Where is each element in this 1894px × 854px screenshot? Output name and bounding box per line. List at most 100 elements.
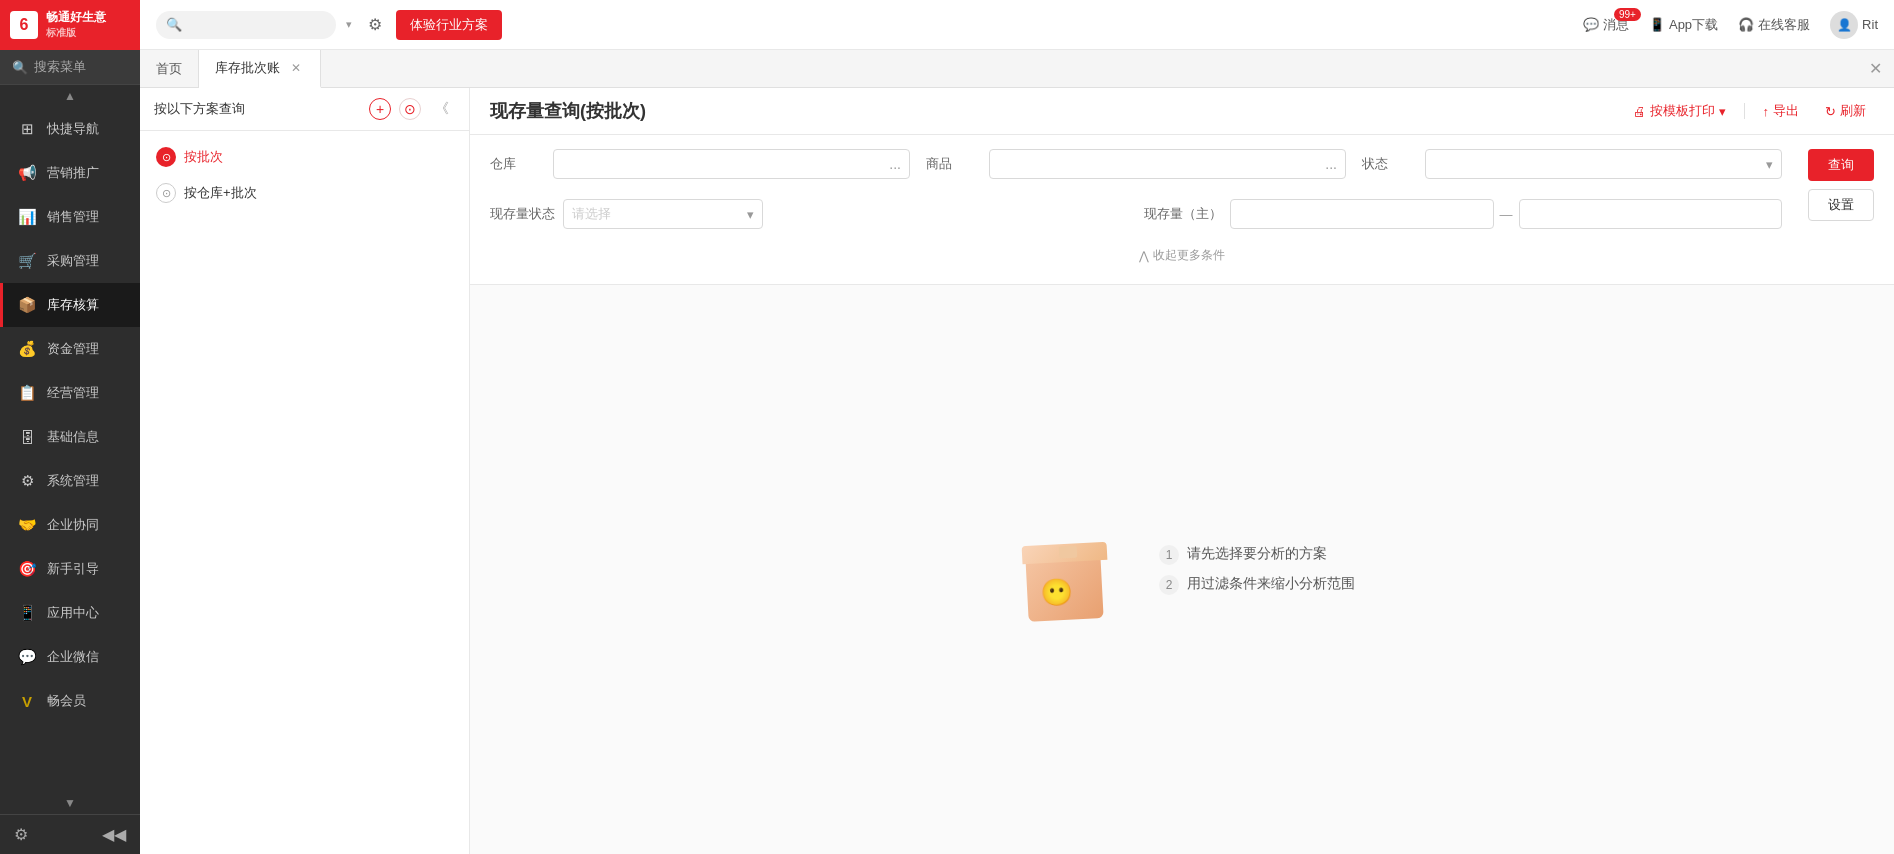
close-icon: ✕ <box>1869 59 1882 78</box>
user-profile[interactable]: 👤 Rit <box>1830 11 1878 39</box>
appcenter-icon: 📱 <box>17 603 37 623</box>
sidebar-item-basic[interactable]: 🗄 基础信息 <box>0 415 140 459</box>
sidebar-item-label: 库存核算 <box>47 296 99 314</box>
left-panel: 按以下方案查询 + ⊙ 《 ⊙ 按批次 ⊙ 按仓库+批次 <box>140 88 470 854</box>
topbar-search-box[interactable]: 🔍 <box>156 11 336 39</box>
sidebar-item-purchase[interactable]: 🛒 采购管理 <box>0 239 140 283</box>
online-service-action[interactable]: 🎧 在线客服 <box>1738 16 1810 34</box>
stock-qty-min[interactable] <box>1230 199 1494 229</box>
scheme-settings-btn[interactable]: ⊙ <box>399 98 421 120</box>
main-area: 🔍 ▾ ⚙ 体验行业方案 💬 消息 99+ 📱 App下载 🎧 在线客服 👤 R <box>140 0 1894 854</box>
tab-batch-label: 库存批次账 <box>215 59 280 77</box>
sidebar-item-member[interactable]: V 畅会员 <box>0 679 140 723</box>
tabbar: 首页 库存批次账 ✕ ✕ <box>140 50 1894 88</box>
product-group: 商品 ... <box>926 149 1346 179</box>
sidebar-item-label: 营销推广 <box>47 164 99 182</box>
message-badge: 99+ <box>1614 8 1641 21</box>
chevron-down-icon[interactable]: ▾ <box>346 18 352 31</box>
sidebar-scroll-down[interactable]: ▼ <box>0 792 140 814</box>
stock-qty-range: — <box>1230 199 1782 229</box>
industry-btn[interactable]: 体验行业方案 <box>396 10 502 40</box>
sidebar-item-sales[interactable]: 📊 销售管理 <box>0 195 140 239</box>
tab-batch[interactable]: 库存批次账 ✕ <box>199 50 321 88</box>
export-icon: ↑ <box>1763 104 1770 119</box>
sidebar-item-label: 快捷导航 <box>47 120 99 138</box>
sidebar-item-label: 系统管理 <box>47 472 99 490</box>
sidebar-item-label: 企业微信 <box>47 648 99 666</box>
chevron-down-icon: ▾ <box>747 207 754 222</box>
add-scheme-btn[interactable]: + <box>369 98 391 120</box>
search-icon: 🔍 <box>166 17 182 32</box>
sidebar-item-newbie[interactable]: 🎯 新手引导 <box>0 547 140 591</box>
filter-form: 仓库 ... 商品 ... <box>470 135 1894 285</box>
stock-qty-group: 现存量（主） — <box>1144 199 1782 229</box>
page-title: 现存量查询(按批次) <box>490 99 646 123</box>
message-action[interactable]: 💬 消息 99+ <box>1583 16 1629 34</box>
search-icon: 🔍 <box>12 60 28 75</box>
page-title-bar: 现存量查询(按批次) 🖨 按模板打印 ▾ ↑ 导出 ↻ 刷新 <box>470 88 1894 135</box>
product-more-icon[interactable]: ... <box>1325 156 1337 172</box>
chevron-up-icon: ⋀ <box>1139 249 1149 263</box>
settings-btn[interactable]: 设置 <box>1808 189 1874 221</box>
dropdown-icon: ▾ <box>1719 104 1726 119</box>
template-print-btn[interactable]: 🖨 按模板打印 ▾ <box>1625 98 1734 124</box>
empty-hint-1: 1 请先选择要分析的方案 <box>1159 545 1355 565</box>
scheme-item-batch[interactable]: ⊙ 按批次 <box>140 139 469 175</box>
chevron-down-icon: ▾ <box>1766 157 1773 172</box>
gear-icon[interactable]: ⚙ <box>368 15 382 34</box>
export-btn[interactable]: ↑ 导出 <box>1755 98 1808 124</box>
settings-icon[interactable]: ⚙ <box>14 825 28 844</box>
sidebar-item-label: 应用中心 <box>47 604 99 622</box>
product-label: 商品 <box>926 155 981 173</box>
warehouse-group: 仓库 ... <box>490 149 910 179</box>
purchase-icon: 🛒 <box>17 251 37 271</box>
sidebar-item-finance[interactable]: 💰 资金管理 <box>0 327 140 371</box>
product-input[interactable]: ... <box>989 149 1346 179</box>
scheme-active-icon: ⊙ <box>156 147 176 167</box>
refresh-icon: ↻ <box>1825 104 1836 119</box>
stock-status-select[interactable]: 请选择 ▾ <box>563 199 763 229</box>
warehouse-more-icon[interactable]: ... <box>889 156 901 172</box>
tab-close-icon[interactable]: ✕ <box>288 60 304 76</box>
query-buttons: 查询 设置 <box>1798 149 1874 221</box>
collapse-panel-btn[interactable]: 《 <box>429 98 455 120</box>
sidebar-item-enterprise[interactable]: 🤝 企业协同 <box>0 503 140 547</box>
empty-text: 1 请先选择要分析的方案 2 用过滤条件来缩小分析范围 <box>1159 545 1355 595</box>
collapse-sidebar-icon[interactable]: ◀◀ <box>102 825 126 844</box>
app-brand: 畅通好生意 <box>46 10 106 26</box>
wechat-icon: 💬 <box>17 647 37 667</box>
basic-icon: 🗄 <box>17 427 37 447</box>
collapse-filter-btn[interactable]: ⋀ 收起更多条件 <box>490 241 1874 270</box>
tab-home[interactable]: 首页 <box>140 50 199 87</box>
chevron-up-icon: ▲ <box>64 89 76 103</box>
sidebar-item-operations[interactable]: 📋 经营管理 <box>0 371 140 415</box>
filter-row-1: 仓库 ... 商品 ... <box>490 149 1782 179</box>
sidebar-item-system[interactable]: ⚙ 系统管理 <box>0 459 140 503</box>
sidebar-search[interactable]: 🔍 搜索菜单 <box>0 50 140 85</box>
scheme-item-label: 按批次 <box>184 148 223 166</box>
status-select[interactable]: ▾ <box>1425 149 1782 179</box>
sidebar-item-inventory[interactable]: 📦 库存核算 <box>0 283 140 327</box>
app-title-block: 畅通好生意 标准版 <box>46 10 106 40</box>
sidebar-scroll-up[interactable]: ▲ <box>0 85 140 107</box>
app-download-action[interactable]: 📱 App下载 <box>1649 16 1718 34</box>
scheme-item-warehouse-batch[interactable]: ⊙ 按仓库+批次 <box>140 175 469 211</box>
query-btn[interactable]: 查询 <box>1808 149 1874 181</box>
warehouse-input[interactable]: ... <box>553 149 910 179</box>
status-label: 状态 <box>1362 155 1417 173</box>
search-input[interactable] <box>188 18 326 32</box>
app-version: 标准版 <box>46 26 106 40</box>
inventory-icon: 📦 <box>17 295 37 315</box>
sidebar-item-shortcut[interactable]: ⊞ 快捷导航 <box>0 107 140 151</box>
sidebar-item-marketing[interactable]: 📢 营销推广 <box>0 151 140 195</box>
stock-qty-max[interactable] <box>1519 199 1783 229</box>
left-panel-header: 按以下方案查询 + ⊙ 《 <box>140 88 469 131</box>
status-group: 状态 ▾ <box>1362 149 1782 179</box>
sidebar-item-wechat[interactable]: 💬 企业微信 <box>0 635 140 679</box>
sidebar-footer: ⚙ ◀◀ <box>0 814 140 854</box>
sidebar-item-label: 企业协同 <box>47 516 99 534</box>
sidebar-item-appcenter[interactable]: 📱 应用中心 <box>0 591 140 635</box>
sidebar-item-label: 采购管理 <box>47 252 99 270</box>
refresh-btn[interactable]: ↻ 刷新 <box>1817 98 1874 124</box>
tab-bar-close-btn[interactable]: ✕ <box>1857 50 1894 87</box>
